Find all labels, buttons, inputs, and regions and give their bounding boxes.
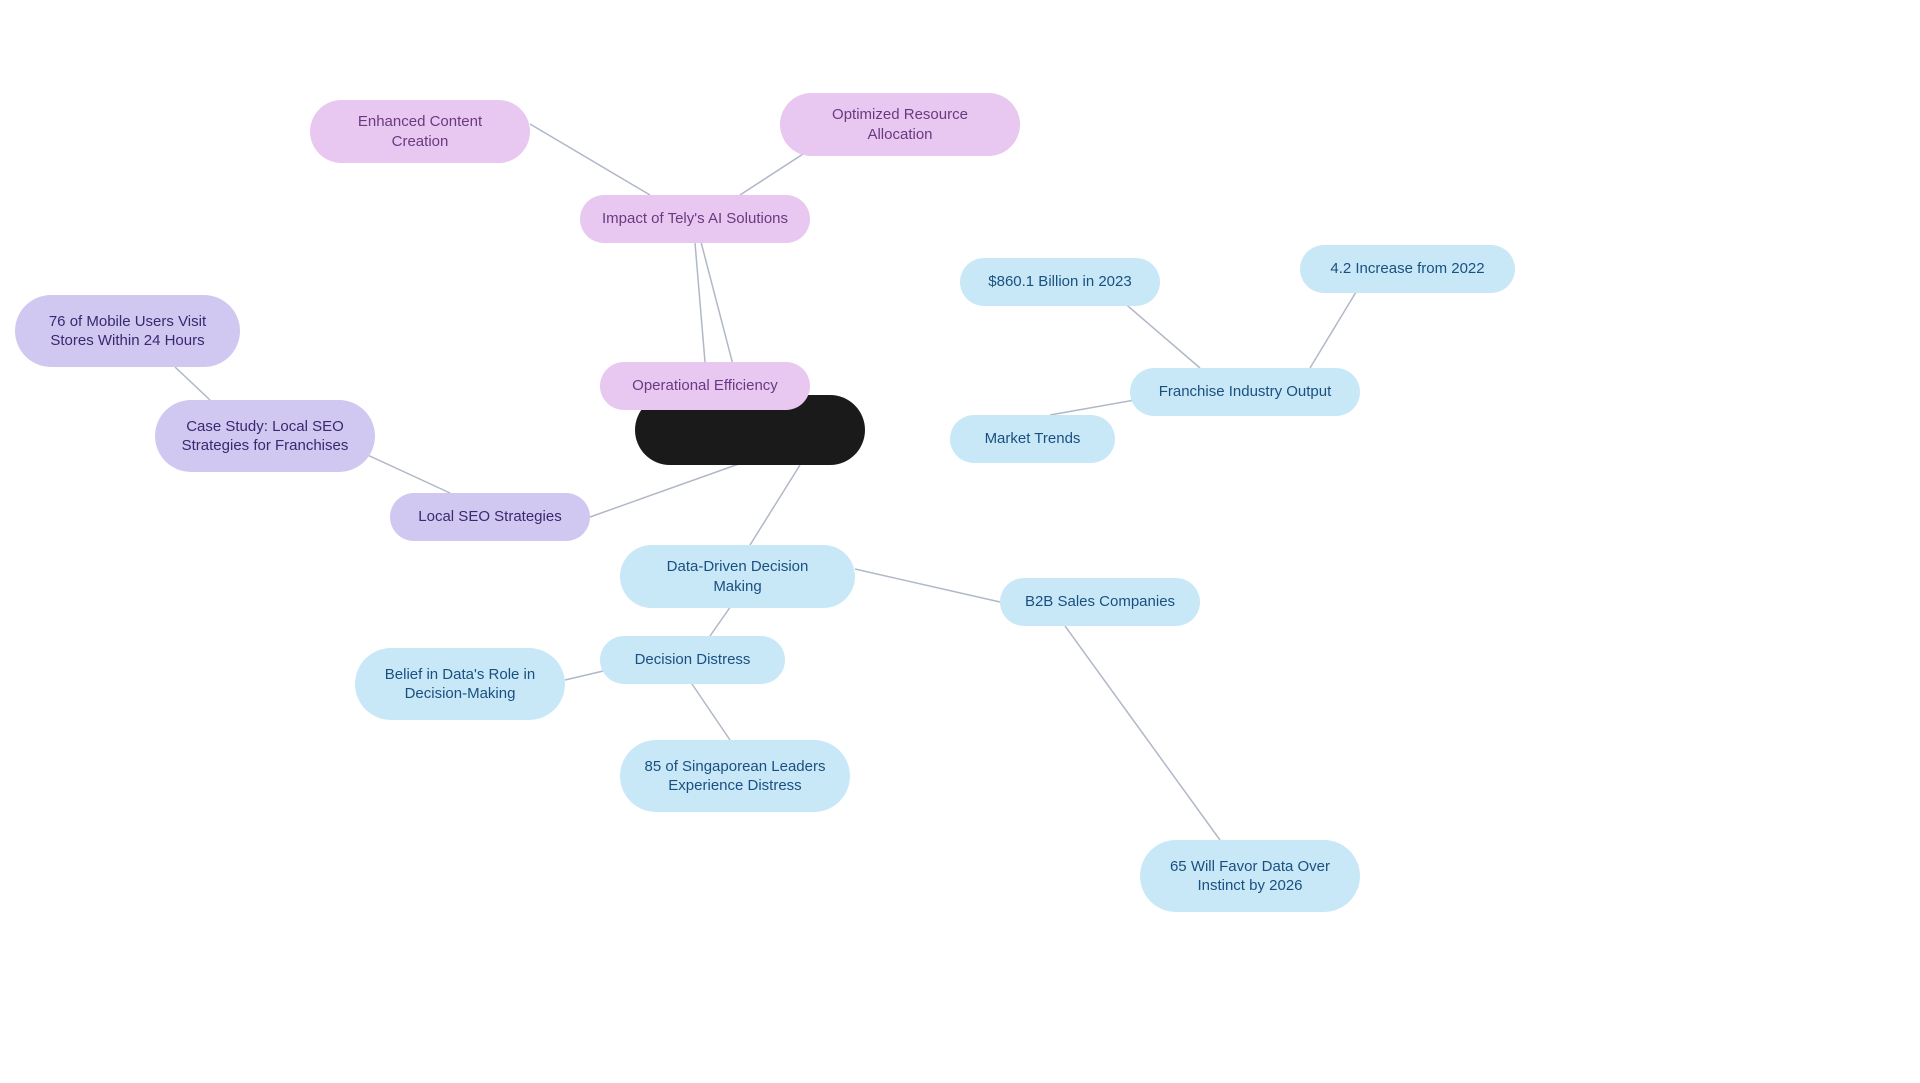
node-enhanced: Enhanced Content Creation [310,100,530,163]
node-65_favor: 65 Will Favor Data Over Instinct by 2026 [1140,840,1360,912]
node-optimized: Optimized Resource Allocation [780,93,1020,156]
node-label-franchise_output: Franchise Industry Output [1159,382,1332,402]
node-label-operational: Operational Efficiency [632,376,778,396]
node-label-belief: Belief in Data's Role in Decision-Making [377,665,543,704]
node-85_sing: 85 of Singaporean Leaders Experience Dis… [620,740,850,812]
node-impact: Impact of Tely's AI Solutions [580,195,810,243]
node-860b: $860.1 Billion in 2023 [960,258,1160,306]
node-market_trends: Market Trends [950,415,1115,463]
node-label-enhanced: Enhanced Content Creation [332,112,508,151]
node-b2b: B2B Sales Companies [1000,578,1200,626]
node-label-860b: $860.1 Billion in 2023 [988,272,1131,292]
node-label-4_2: 4.2 Increase from 2022 [1330,259,1484,279]
node-label-impact: Impact of Tely's AI Solutions [602,209,788,229]
node-label-market_trends: Market Trends [985,429,1081,449]
node-label-85_sing: 85 of Singaporean Leaders Experience Dis… [642,757,828,796]
node-decision_distress: Decision Distress [600,636,785,684]
node-label-local_seo: Local SEO Strategies [418,507,561,527]
node-label-case_study: Case Study: Local SEO Strategies for Fra… [177,417,353,456]
node-franchise_output: Franchise Industry Output [1130,368,1360,416]
node-label-mobile_users: 76 of Mobile Users Visit Stores Within 2… [37,312,218,351]
node-belief: Belief in Data's Role in Decision-Making [355,648,565,720]
node-local_seo: Local SEO Strategies [390,493,590,541]
node-label-data_driven: Data-Driven Decision Making [642,557,833,596]
node-case_study: Case Study: Local SEO Strategies for Fra… [155,400,375,472]
node-label-b2b: B2B Sales Companies [1025,592,1175,612]
node-label-decision_distress: Decision Distress [635,650,751,670]
node-4_2: 4.2 Increase from 2022 [1300,245,1515,293]
node-label-optimized: Optimized Resource Allocation [802,105,998,144]
node-operational: Operational Efficiency [600,362,810,410]
node-label-65_favor: 65 Will Favor Data Over Instinct by 2026 [1162,857,1338,896]
node-data_driven: Data-Driven Decision Making [620,545,855,608]
node-mobile_users: 76 of Mobile Users Visit Stores Within 2… [15,295,240,367]
